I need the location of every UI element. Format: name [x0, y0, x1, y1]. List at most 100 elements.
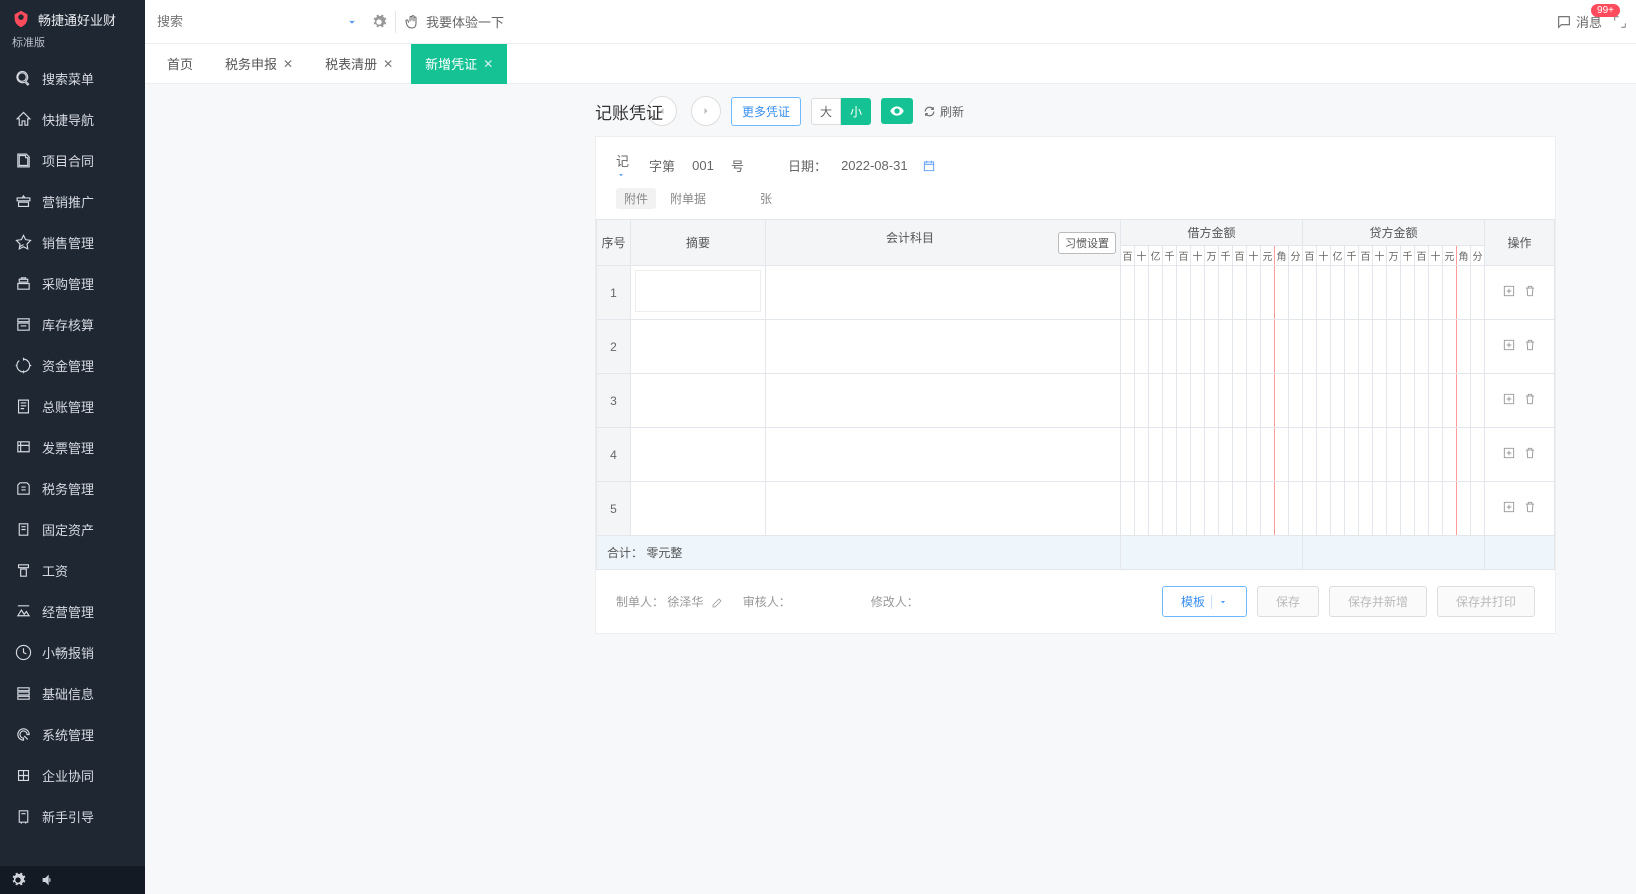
sidebar-item[interactable]: 经营管理 [0, 591, 145, 632]
settings-icon[interactable] [371, 14, 387, 30]
delete-row-icon[interactable] [1521, 392, 1539, 406]
sidebar-item[interactable]: 资金管理 [0, 345, 145, 386]
amount-digit-cell[interactable] [1247, 482, 1261, 536]
amount-digit-cell[interactable] [1331, 320, 1345, 374]
amount-digit-cell[interactable] [1191, 266, 1205, 320]
amount-digit-cell[interactable] [1219, 320, 1233, 374]
amount-digit-cell[interactable] [1303, 374, 1317, 428]
delete-row-icon[interactable] [1521, 338, 1539, 352]
preview-button[interactable] [881, 98, 913, 124]
amount-digit-cell[interactable] [1135, 320, 1149, 374]
amount-digit-cell[interactable] [1247, 428, 1261, 482]
amount-digit-cell[interactable] [1303, 320, 1317, 374]
amount-digit-cell[interactable] [1261, 266, 1275, 320]
sidebar-item[interactable]: 库存核算 [0, 304, 145, 345]
amount-digit-cell[interactable] [1387, 428, 1401, 482]
amount-digit-cell[interactable] [1149, 482, 1163, 536]
summary-input[interactable] [635, 324, 761, 366]
messages-button[interactable]: 消息 99+ [1556, 12, 1602, 31]
amount-digit-cell[interactable] [1289, 320, 1303, 374]
account-cell[interactable] [766, 374, 1121, 428]
amount-digit-cell[interactable] [1275, 428, 1289, 482]
sidebar-item[interactable]: 快捷导航 [0, 99, 145, 140]
amount-digit-cell[interactable] [1387, 266, 1401, 320]
sidebar-item[interactable]: 总账管理 [0, 386, 145, 427]
template-button[interactable]: 模板 [1162, 586, 1247, 617]
amount-digit-cell[interactable] [1275, 482, 1289, 536]
amount-digit-cell[interactable] [1275, 266, 1289, 320]
amount-digit-cell[interactable] [1443, 374, 1457, 428]
sidebar-item[interactable]: 小畅报销 [0, 632, 145, 673]
close-icon[interactable]: ✕ [283, 57, 293, 71]
amount-digit-cell[interactable] [1135, 374, 1149, 428]
account-cell[interactable] [766, 428, 1121, 482]
summary-cell[interactable] [631, 266, 766, 320]
amount-digit-cell[interactable] [1401, 428, 1415, 482]
amount-digit-cell[interactable] [1177, 266, 1191, 320]
search-input[interactable] [157, 14, 345, 29]
amount-digit-cell[interactable] [1457, 428, 1471, 482]
amount-digit-cell[interactable] [1373, 482, 1387, 536]
amount-digit-cell[interactable] [1401, 374, 1415, 428]
amount-digit-cell[interactable] [1359, 482, 1373, 536]
amount-digit-cell[interactable] [1359, 428, 1373, 482]
save-button[interactable]: 保存 [1257, 586, 1319, 617]
sidebar-item[interactable]: 系统管理 [0, 714, 145, 755]
amount-digit-cell[interactable] [1219, 428, 1233, 482]
amount-digit-cell[interactable] [1415, 320, 1429, 374]
amount-digit-cell[interactable] [1149, 320, 1163, 374]
sidebar-item[interactable]: 企业协同 [0, 755, 145, 796]
amount-digit-cell[interactable] [1359, 266, 1373, 320]
summary-cell[interactable] [631, 428, 766, 482]
amount-digit-cell[interactable] [1289, 482, 1303, 536]
amount-digit-cell[interactable] [1359, 320, 1373, 374]
amount-digit-cell[interactable] [1331, 482, 1345, 536]
amount-digit-cell[interactable] [1457, 374, 1471, 428]
amount-digit-cell[interactable] [1317, 482, 1331, 536]
amount-digit-cell[interactable] [1331, 266, 1345, 320]
amount-digit-cell[interactable] [1149, 428, 1163, 482]
account-cell[interactable] [766, 320, 1121, 374]
amount-digit-cell[interactable] [1121, 374, 1135, 428]
amount-digit-cell[interactable] [1401, 320, 1415, 374]
amount-digit-cell[interactable] [1415, 428, 1429, 482]
attachment-button[interactable]: 附件 [616, 188, 656, 209]
amount-digit-cell[interactable] [1443, 482, 1457, 536]
size-large-button[interactable]: 大 [811, 98, 841, 125]
amount-digit-cell[interactable] [1275, 374, 1289, 428]
amount-digit-cell[interactable] [1373, 320, 1387, 374]
amount-digit-cell[interactable] [1457, 482, 1471, 536]
next-voucher-button[interactable] [691, 96, 721, 126]
amount-digit-cell[interactable] [1121, 266, 1135, 320]
amount-digit-cell[interactable] [1317, 320, 1331, 374]
tab[interactable]: 首页 [153, 44, 207, 84]
close-icon[interactable]: ✕ [383, 57, 393, 71]
amount-digit-cell[interactable] [1219, 482, 1233, 536]
amount-digit-cell[interactable] [1415, 482, 1429, 536]
amount-digit-cell[interactable] [1135, 266, 1149, 320]
amount-digit-cell[interactable] [1233, 320, 1247, 374]
amount-digit-cell[interactable] [1331, 374, 1345, 428]
amount-digit-cell[interactable] [1303, 266, 1317, 320]
amount-digit-cell[interactable] [1317, 374, 1331, 428]
amount-digit-cell[interactable] [1331, 428, 1345, 482]
amount-digit-cell[interactable] [1289, 428, 1303, 482]
account-cell[interactable] [766, 482, 1121, 536]
amount-digit-cell[interactable] [1205, 374, 1219, 428]
amount-digit-cell[interactable] [1261, 320, 1275, 374]
add-row-icon[interactable] [1500, 446, 1518, 460]
voucher-number[interactable]: 001 [689, 158, 717, 173]
sidebar-item[interactable]: 采购管理 [0, 263, 145, 304]
amount-digit-cell[interactable] [1443, 428, 1457, 482]
amount-digit-cell[interactable] [1373, 428, 1387, 482]
sidebar-item[interactable]: 固定资产 [0, 509, 145, 550]
size-small-button[interactable]: 小 [841, 98, 871, 125]
tab[interactable]: 税表清册✕ [311, 44, 407, 84]
try-experience-link[interactable]: 我要体验一下 [404, 12, 504, 31]
amount-digit-cell[interactable] [1261, 374, 1275, 428]
amount-digit-cell[interactable] [1373, 266, 1387, 320]
save-new-button[interactable]: 保存并新增 [1329, 586, 1427, 617]
amount-digit-cell[interactable] [1317, 428, 1331, 482]
edit-maker-icon[interactable] [711, 597, 723, 609]
amount-digit-cell[interactable] [1387, 482, 1401, 536]
